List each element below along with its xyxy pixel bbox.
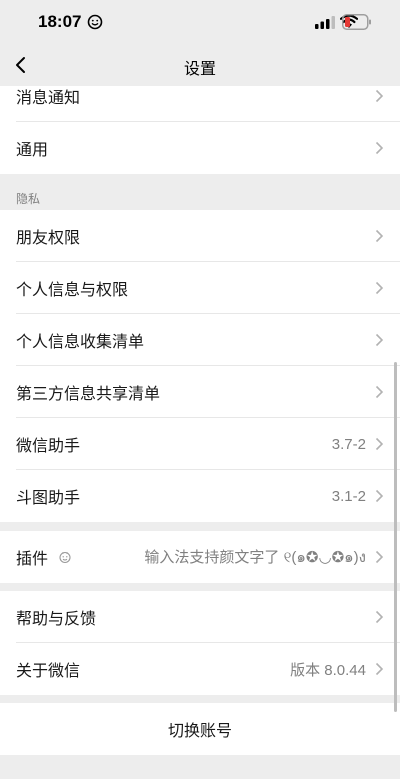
navigation-bar: 设置 [0, 46, 400, 86]
row-value: 版本 8.0.44 [290, 661, 366, 679]
row-label: 插件 [16, 549, 49, 568]
settings-row-about-wechat[interactable]: 关于微信 版本 8.0.44 [0, 643, 400, 695]
chevron-right-icon [375, 662, 384, 676]
chevron-right-icon [375, 437, 384, 451]
page-title: 设置 [183, 59, 216, 78]
settings-row-wechat-assistant[interactable]: 微信助手 3.7-2 [0, 418, 400, 470]
cellular-signal-icon [315, 16, 335, 29]
settings-row-third-party-sharing-list[interactable]: 第三方信息共享清单 [0, 366, 400, 418]
row-label: 微信助手 [16, 436, 81, 455]
chevron-right-icon [375, 550, 384, 564]
plugin-face-icon [59, 551, 71, 564]
settings-row-personal-info-permissions[interactable]: 个人信息与权限 [0, 262, 400, 314]
scrollbar[interactable] [394, 362, 397, 712]
status-bar: 18:07 [0, 0, 400, 46]
row-label: 个人信息收集清单 [16, 332, 145, 351]
settings-row-sticker-assistant[interactable]: 斗图助手 3.1-2 [0, 470, 400, 522]
chevron-right-icon [375, 489, 384, 503]
chevron-right-icon [375, 229, 384, 243]
switch-account-label: 切换账号 [167, 721, 232, 740]
row-label: 第三方信息共享清单 [16, 384, 161, 403]
general-settings-group: 消息通知 通用 [0, 86, 400, 174]
settings-row-general[interactable]: 通用 [0, 122, 400, 174]
chevron-right-icon [375, 385, 384, 399]
chevron-right-icon [375, 333, 384, 347]
row-value: 输入法支持颜文字了 ୧(๑✪◡✪๑)ง [144, 549, 366, 566]
chevron-right-icon [375, 89, 384, 103]
section-header-privacy: 隐私 [0, 174, 400, 210]
battery-low-icon [342, 14, 371, 30]
chevron-right-icon [375, 141, 384, 155]
settings-row-help-feedback[interactable]: 帮助与反馈 [0, 591, 400, 643]
row-label: 斗图助手 [16, 488, 81, 507]
chevron-right-icon [375, 281, 384, 295]
row-value: 3.1-2 [331, 487, 366, 505]
about-group: 帮助与反馈 关于微信 版本 8.0.44 [0, 591, 400, 695]
settings-row-info-collection-list[interactable]: 个人信息收集清单 [0, 314, 400, 366]
settings-row-notifications[interactable]: 消息通知 [0, 86, 400, 122]
row-label: 朋友权限 [16, 228, 81, 247]
row-label: 关于微信 [16, 661, 81, 680]
status-time: 18:07 [38, 12, 82, 31]
switch-account-button[interactable]: 切换账号 [0, 703, 400, 755]
plugins-group: 插件 输入法支持颜文字了 ୧(๑✪◡✪๑)ง [0, 531, 400, 583]
row-value: 3.7-2 [331, 435, 366, 453]
row-label: 消息通知 [16, 88, 81, 107]
smile-face-icon [87, 14, 103, 30]
settings-row-plugins[interactable]: 插件 输入法支持颜文字了 ୧(๑✪◡✪๑)ง [0, 531, 400, 583]
row-label: 通用 [16, 140, 49, 159]
switch-account-group: 切换账号 [0, 703, 400, 755]
section-header-label: 隐私 [16, 192, 41, 206]
settings-row-friend-permissions[interactable]: 朋友权限 [0, 210, 400, 262]
row-label: 个人信息与权限 [16, 280, 129, 299]
row-label: 帮助与反馈 [16, 609, 97, 628]
chevron-right-icon [375, 610, 384, 624]
privacy-group: 朋友权限 个人信息与权限 个人信息收集清单 第三方信息共享清单 微信助手 3.7… [0, 210, 400, 522]
